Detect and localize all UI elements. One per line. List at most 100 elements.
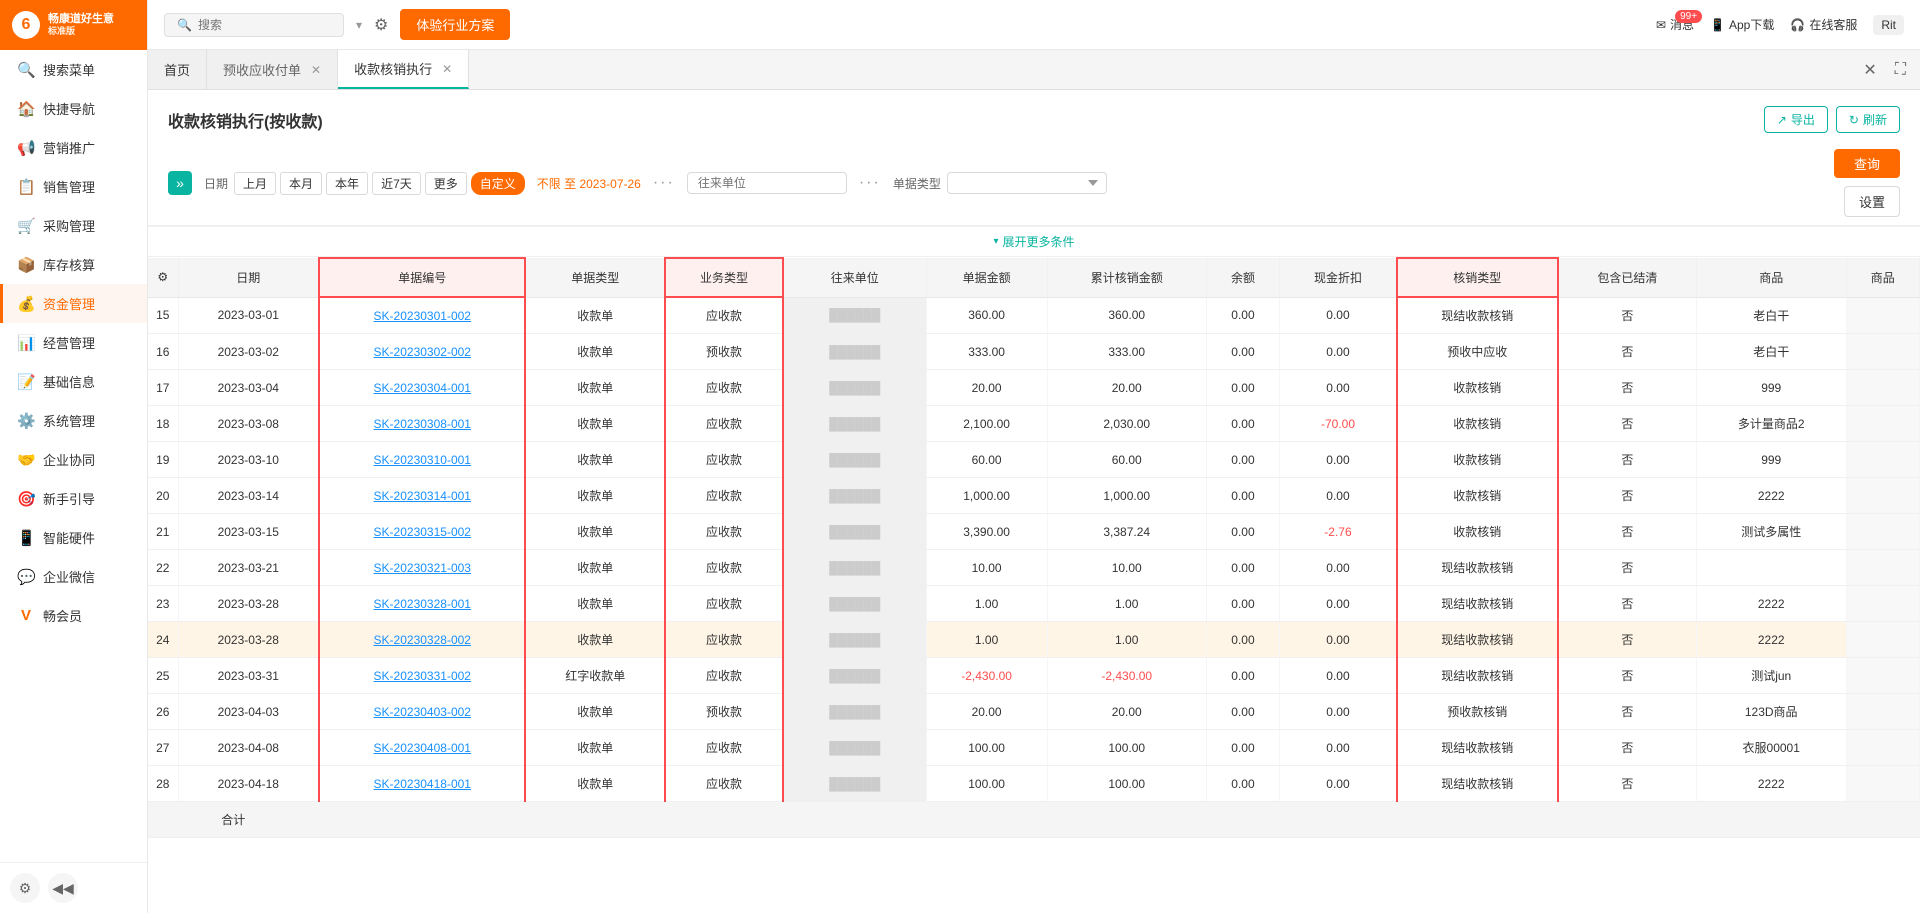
doc-no-link[interactable]: SK-20230328-001 [374,597,471,611]
cell-company: ██████ [783,478,926,514]
sidebar-item-search[interactable]: 🔍 搜索菜单 [0,50,147,89]
export-icon: ↗ [1777,113,1787,127]
cell-biztype: 预收款 [665,334,783,370]
doc-no-link[interactable]: SK-20230314-001 [374,489,471,503]
topbar-search-box[interactable]: 🔍 [164,13,344,37]
cell-docno: SK-20230310-001 [319,442,525,478]
date-btn-last-month[interactable]: 上月 [234,172,276,195]
doc-no-link[interactable]: SK-20230315-002 [374,525,471,539]
sidebar-item-hardware[interactable]: 📱 智能硬件 [0,518,147,557]
doc-no-link[interactable]: SK-20230321-003 [374,561,471,575]
refresh-button[interactable]: ↻ 刷新 [1836,106,1900,133]
filter-date-item: 日期 上月 本月 本年 近7天 更多 自定义 [204,172,525,195]
cell-doctype: 收款单 [525,694,665,730]
sidebar-item-system[interactable]: ⚙️ 系统管理 [0,401,147,440]
cell-settled: 否 [1558,550,1697,586]
date-btn-this-year[interactable]: 本年 [326,172,368,195]
tab-receivable-close-icon[interactable]: ✕ [442,62,452,76]
sidebar-item-purchase[interactable]: 🛒 采购管理 [0,206,147,245]
app-label: App下载 [1729,16,1774,33]
doc-no-link[interactable]: SK-20230408-001 [374,741,471,755]
cell-product2 [1846,586,1919,622]
tab-home[interactable]: 首页 [148,50,207,89]
table-row: 23 2023-03-28 SK-20230328-001 收款单 应收款 ██… [148,586,1920,622]
settings-button[interactable]: 设置 [1844,186,1900,217]
sidebar-item-guide[interactable]: 🎯 新手引导 [0,479,147,518]
cell-discount: 0.00 [1280,658,1397,694]
tab-receivable[interactable]: 收款核销执行 ✕ [338,50,469,89]
tab-maximize-icon[interactable]: ⛶ [1889,59,1912,81]
sidebar-item-quick-nav[interactable]: 🏠 快捷导航 [0,89,147,128]
cell-date: 2023-04-03 [178,694,319,730]
cell-no: 20 [148,478,178,514]
sidebar-item-finance[interactable]: 💰 资金管理 [0,284,147,323]
sidebar-item-label: 企业微信 [43,567,95,586]
topbar-gear-icon[interactable]: ⚙ [374,15,388,35]
sidebar-item-member[interactable]: V 畅会员 [0,596,147,635]
sidebar-item-wechat[interactable]: 💬 企业微信 [0,557,147,596]
doc-no-link[interactable]: SK-20230403-002 [374,705,471,719]
cell-discount: 0.00 [1280,442,1397,478]
solution-button[interactable]: 体验行业方案 [400,9,510,40]
cell-doctype: 收款单 [525,550,665,586]
date-btn-custom[interactable]: 自定义 [471,172,525,195]
date-btn-more[interactable]: 更多 [425,172,467,195]
query-button[interactable]: 查询 [1834,149,1900,178]
cell-balance: 0.00 [1206,297,1279,334]
tab-close-all-icon[interactable]: ✕ [1857,58,1882,82]
message-icon: ✉ [1656,18,1666,32]
total-biztype-cell [665,802,783,838]
online-service-button[interactable]: 🎧 在线客服 [1790,16,1857,33]
expand-more-bar[interactable]: ▾ 展开更多条件 [148,226,1920,257]
doc-no-link[interactable]: SK-20230308-001 [374,417,471,431]
app-download-button[interactable]: 📱 App下载 [1710,16,1774,33]
collapse-icon[interactable]: ◀◀ [48,873,78,903]
doc-no-link[interactable]: SK-20230304-001 [374,381,471,395]
sidebar-item-inventory[interactable]: 📦 库存核算 [0,245,147,284]
tab-receivable-label: 收款核销执行 [354,59,432,78]
search-chevron-icon[interactable]: ▾ [356,18,362,32]
cell-discount: 0.00 [1280,730,1397,766]
user-profile[interactable]: Rit [1873,15,1904,35]
doc-no-link[interactable]: SK-20230310-001 [374,453,471,467]
doc-no-link[interactable]: SK-20230301-002 [374,309,471,323]
cell-product2 [1846,658,1919,694]
cell-no: 27 [148,730,178,766]
cell-product: 2222 [1696,766,1846,802]
sidebar-item-marketing[interactable]: 📢 营销推广 [0,128,147,167]
col-amount-header: 单据金额 [926,258,1047,297]
cell-company: ██████ [783,370,926,406]
export-button[interactable]: ↗ 导出 [1764,106,1828,133]
date-btn-this-month[interactable]: 本月 [280,172,322,195]
cell-date: 2023-03-21 [178,550,319,586]
filter-toggle-button[interactable]: » [168,171,192,195]
table-row: 24 2023-03-28 SK-20230328-002 收款单 应收款 ██… [148,622,1920,658]
sidebar-item-enterprise[interactable]: 🤝 企业协同 [0,440,147,479]
sidebar-item-sales[interactable]: 📋 销售管理 [0,167,147,206]
doc-no-link[interactable]: SK-20230302-002 [374,345,471,359]
company-filter-input[interactable] [687,172,847,194]
cell-no: 21 [148,514,178,550]
sidebar-item-operation[interactable]: 📊 经营管理 [0,323,147,362]
doc-no-link[interactable]: SK-20230328-002 [374,633,471,647]
doc-no-link[interactable]: SK-20230331-002 [374,669,471,683]
cell-product2 [1846,550,1919,586]
type-filter-select[interactable]: 收款单 红字收款单 [947,172,1107,194]
table-scroll-container[interactable]: ⚙ 日期 单据编号 单据类型 业务类型 往来单位 单据金额 累计核销金额 余额 … [148,257,1920,838]
doc-no-link[interactable]: SK-20230418-001 [374,777,471,791]
tab-prepay[interactable]: 预收应收付单 ✕ [207,50,338,89]
cell-doctype: 收款单 [525,766,665,802]
cell-cancel-amount: 100.00 [1047,730,1206,766]
sidebar-item-basic[interactable]: 📝 基础信息 [0,362,147,401]
table-row: 17 2023-03-04 SK-20230304-001 收款单 应收款 ██… [148,370,1920,406]
tab-prepay-close-icon[interactable]: ✕ [311,63,321,77]
search-input[interactable] [198,18,318,32]
date-btn-7days[interactable]: 近7天 [372,172,421,195]
filter-dots: ··· [653,174,675,192]
col-biztype-header: 业务类型 [665,258,783,297]
cell-date: 2023-03-28 [178,586,319,622]
cell-amount: 20.00 [926,694,1047,730]
settings-bottom-icon[interactable]: ⚙ [10,873,40,903]
message-button[interactable]: ✉ 消息 99+ [1656,16,1694,33]
col-settings-icon[interactable]: ⚙ [157,270,168,284]
